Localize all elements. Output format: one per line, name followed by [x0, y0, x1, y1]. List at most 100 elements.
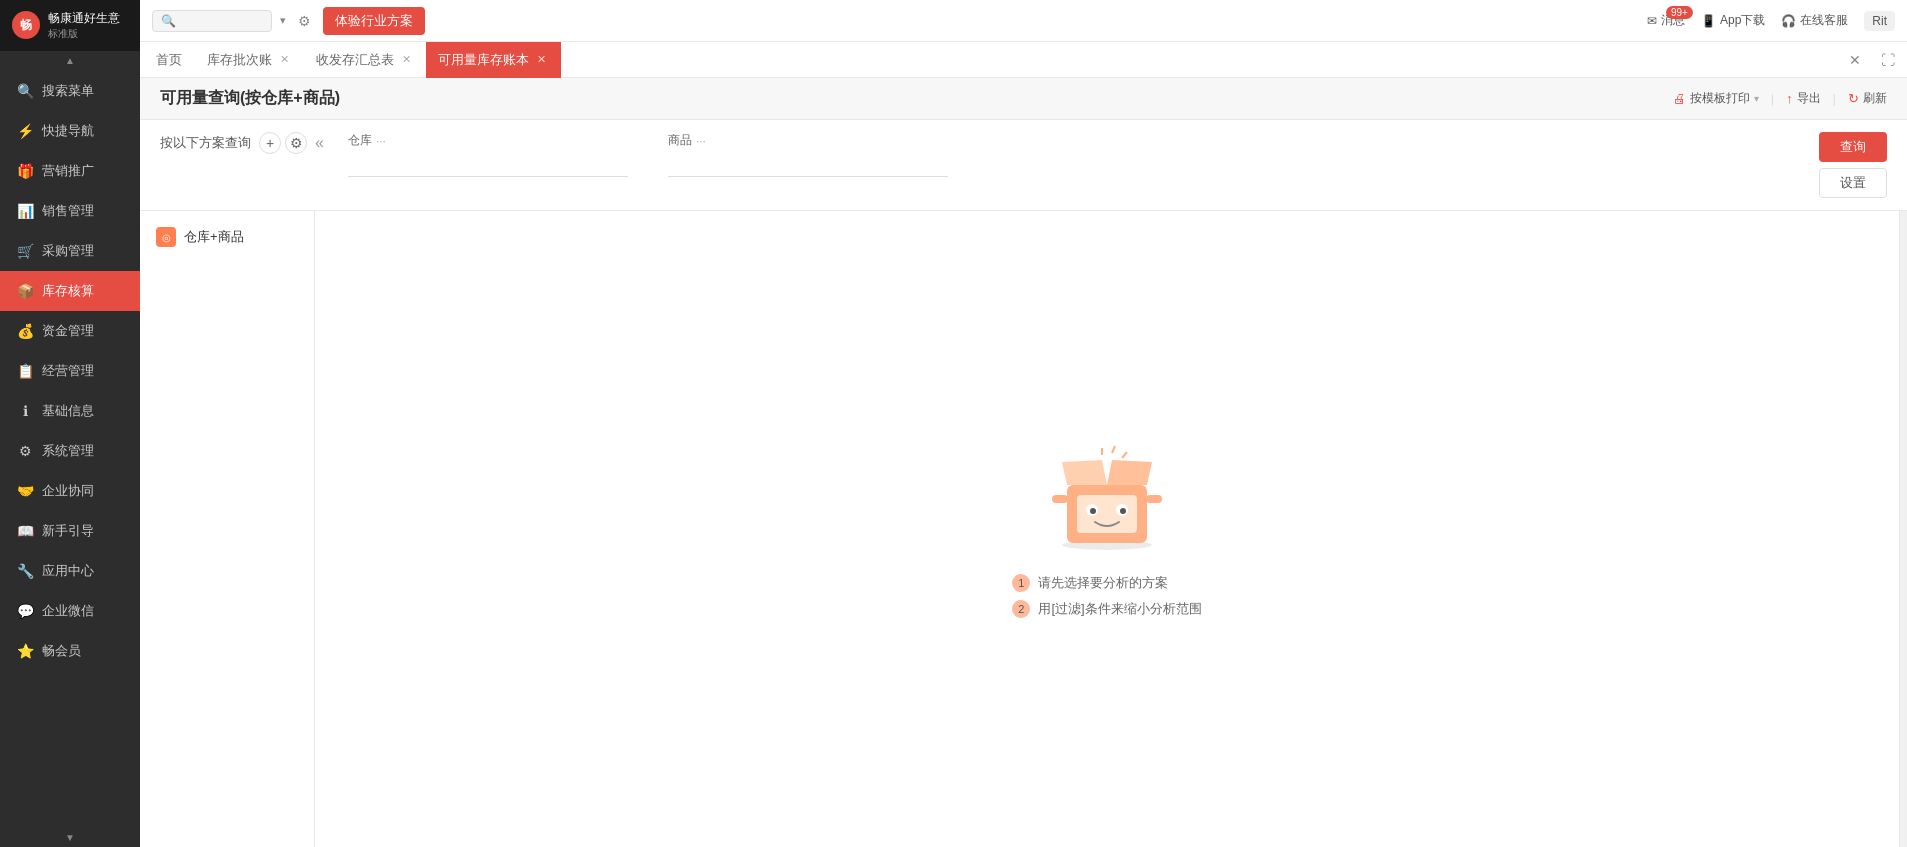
refresh-button[interactable]: ↻ 刷新 [1848, 90, 1887, 107]
sidebar-item-purchase[interactable]: 🛒 采购管理 [0, 231, 140, 271]
app-icon: 📱 [1701, 14, 1716, 28]
service-button[interactable]: 🎧 在线客服 [1781, 12, 1848, 29]
tab-in-out-summary-close[interactable]: ✕ [400, 52, 413, 67]
tab-in-out-summary[interactable]: 收发存汇总表 ✕ [304, 42, 426, 78]
sidebar-scroll-up[interactable]: ▲ [0, 51, 140, 71]
empty-hint-2: 2 用[过滤]条件来缩小分析范围 [1012, 600, 1201, 618]
sidebar-item-appcenter-label: 应用中心 [42, 562, 94, 580]
industry-solution-button[interactable]: 体验行业方案 [323, 7, 425, 35]
message-button[interactable]: ✉ 消息 99+ [1647, 12, 1685, 29]
tabs-window-controls: ✕ ⛶ [1841, 48, 1903, 72]
settings-button[interactable]: 设置 [1819, 168, 1887, 198]
sidebar-logo: 畅 [12, 11, 40, 39]
goods-ellipsis-btn[interactable]: ··· [696, 134, 706, 148]
query-area: 按以下方案查询 + ⚙ « 仓库 ··· 商品 [140, 120, 1907, 211]
sidebar-item-guide[interactable]: 📖 新手引导 [0, 511, 140, 551]
hint-text-2: 用[过滤]条件来缩小分析范围 [1038, 600, 1201, 618]
scheme-label: 按以下方案查询 [160, 134, 251, 152]
warehouse-input[interactable] [348, 153, 628, 177]
tab-available-qty-close[interactable]: ✕ [535, 52, 548, 67]
sidebar-scroll-down[interactable]: ▼ [0, 827, 140, 847]
add-scheme-button[interactable]: + [259, 132, 281, 154]
tab-batch-ledger[interactable]: 库存批次账 ✕ [195, 42, 304, 78]
right-scrollbar[interactable] [1899, 211, 1907, 847]
sidebar-version: 标准版 [48, 27, 120, 41]
page-header-actions: 🖨 按模板打印 ▾ | ↑ 导出 | ↻ 刷新 [1673, 90, 1887, 107]
print-icon: 🖨 [1673, 91, 1686, 106]
sidebar-item-quicknav[interactable]: ⚡ 快捷导航 [0, 111, 140, 151]
sidebar-item-marketing[interactable]: 🎁 营销推广 [0, 151, 140, 191]
svg-line-12 [1112, 446, 1115, 453]
topbar-search-box[interactable]: 🔍 [152, 10, 272, 32]
sidebar-item-system[interactable]: ⚙ 系统管理 [0, 431, 140, 471]
warehouse-ellipsis-btn[interactable]: ··· [376, 134, 386, 148]
goods-input[interactable] [668, 153, 948, 177]
sidebar-item-finance[interactable]: 💰 资金管理 [0, 311, 140, 351]
sidebar-nav: 🔍 搜索菜单 ⚡ 快捷导航 🎁 营销推广 📊 销售管理 🛒 采购管理 📦 库存核… [0, 71, 140, 827]
export-button[interactable]: ↑ 导出 [1786, 90, 1821, 107]
sidebar-item-search[interactable]: 🔍 搜索菜单 [0, 71, 140, 111]
user-menu-button[interactable]: Rit [1864, 11, 1895, 31]
divider1: | [1771, 91, 1774, 106]
sales-icon: 📊 [16, 202, 34, 220]
topbar-dropdown-btn[interactable]: ▾ [280, 14, 286, 27]
sidebar-item-base-info[interactable]: ℹ 基础信息 [0, 391, 140, 431]
hint-num-2: 2 [1012, 600, 1030, 618]
tab-available-qty-label: 可用量库存账本 [438, 51, 529, 69]
scheme-item-warehouse-goods[interactable]: ◎ 仓库+商品 [140, 219, 314, 255]
tab-home[interactable]: 首页 [144, 42, 195, 78]
main-area: 🔍 ▾ ⚙ 体验行业方案 ✉ 消息 99+ 📱 App下载 🎧 在线客服 Rit [140, 0, 1907, 847]
empty-illustration [1047, 440, 1167, 550]
sidebar-item-purchase-label: 采购管理 [42, 242, 94, 260]
print-label: 按模板打印 [1690, 90, 1750, 107]
manage-scheme-button[interactable]: ⚙ [285, 132, 307, 154]
sidebar-item-appcenter[interactable]: 🔧 应用中心 [0, 551, 140, 591]
guide-icon: 📖 [16, 522, 34, 540]
topbar-right: ✉ 消息 99+ 📱 App下载 🎧 在线客服 Rit [1647, 11, 1895, 31]
sidebar-item-finance-label: 资金管理 [42, 322, 94, 340]
sidebar: 畅 畅康通好生意 标准版 ▲ 🔍 搜索菜单 ⚡ 快捷导航 🎁 营销推广 📊 销售… [0, 0, 140, 847]
sidebar-item-guide-label: 新手引导 [42, 522, 94, 540]
query-actions: 查询 设置 [1819, 132, 1887, 198]
tab-available-qty[interactable]: 可用量库存账本 ✕ [426, 42, 561, 78]
collapse-scheme-button[interactable]: « [311, 132, 328, 154]
topbar-search-input[interactable] [180, 14, 260, 28]
content-wrapper: ◎ 仓库+商品 [140, 211, 1907, 847]
main-content: 1 请先选择要分析的方案 2 用[过滤]条件来缩小分析范围 [315, 211, 1899, 847]
appcenter-icon: 🔧 [16, 562, 34, 580]
query-button[interactable]: 查询 [1819, 132, 1887, 162]
sidebar-item-marketing-label: 营销推广 [42, 162, 94, 180]
hint-num-1: 1 [1012, 574, 1030, 592]
sidebar-item-inventory-label: 库存核算 [42, 282, 94, 300]
export-label: 导出 [1797, 90, 1821, 107]
sidebar-item-quicknav-label: 快捷导航 [42, 122, 94, 140]
sidebar-item-collab[interactable]: 🤝 企业协同 [0, 471, 140, 511]
app-download-button[interactable]: 📱 App下载 [1701, 12, 1765, 29]
message-icon: ✉ [1647, 14, 1657, 28]
marketing-icon: 🎁 [16, 162, 34, 180]
sidebar-item-base-info-label: 基础信息 [42, 402, 94, 420]
query-fields: 仓库 ··· 商品 ··· [348, 132, 1819, 177]
sidebar-item-vip[interactable]: ⭐ 畅会员 [0, 631, 140, 671]
sidebar-item-sales[interactable]: 📊 销售管理 [0, 191, 140, 231]
tab-expand-btn[interactable]: ⛶ [1873, 48, 1903, 72]
sidebar-header: 畅 畅康通好生意 标准版 [0, 0, 140, 51]
tab-close-btn[interactable]: ✕ [1841, 48, 1869, 72]
svg-marker-2 [1062, 460, 1107, 485]
tab-batch-ledger-close[interactable]: ✕ [278, 52, 291, 67]
sidebar-item-inventory[interactable]: 📦 库存核算 [0, 271, 140, 311]
hint-text-1: 请先选择要分析的方案 [1038, 574, 1168, 592]
vip-icon: ⭐ [16, 642, 34, 660]
sidebar-item-management[interactable]: 📋 经营管理 [0, 351, 140, 391]
topbar-gear-btn[interactable]: ⚙ [294, 9, 315, 33]
svg-marker-3 [1107, 460, 1152, 485]
print-template-button[interactable]: 🖨 按模板打印 ▾ [1673, 90, 1759, 107]
inventory-icon: 📦 [16, 282, 34, 300]
scheme-panel: ◎ 仓库+商品 [140, 211, 315, 847]
empty-state: 1 请先选择要分析的方案 2 用[过滤]条件来缩小分析范围 [1012, 440, 1201, 618]
sidebar-item-wxwork[interactable]: 💬 企业微信 [0, 591, 140, 631]
topbar: 🔍 ▾ ⚙ 体验行业方案 ✉ 消息 99+ 📱 App下载 🎧 在线客服 Rit [140, 0, 1907, 42]
divider2: | [1833, 91, 1836, 106]
page-header: 可用量查询(按仓库+商品) 🖨 按模板打印 ▾ | ↑ 导出 | ↻ 刷新 [140, 78, 1907, 120]
sidebar-item-collab-label: 企业协同 [42, 482, 94, 500]
